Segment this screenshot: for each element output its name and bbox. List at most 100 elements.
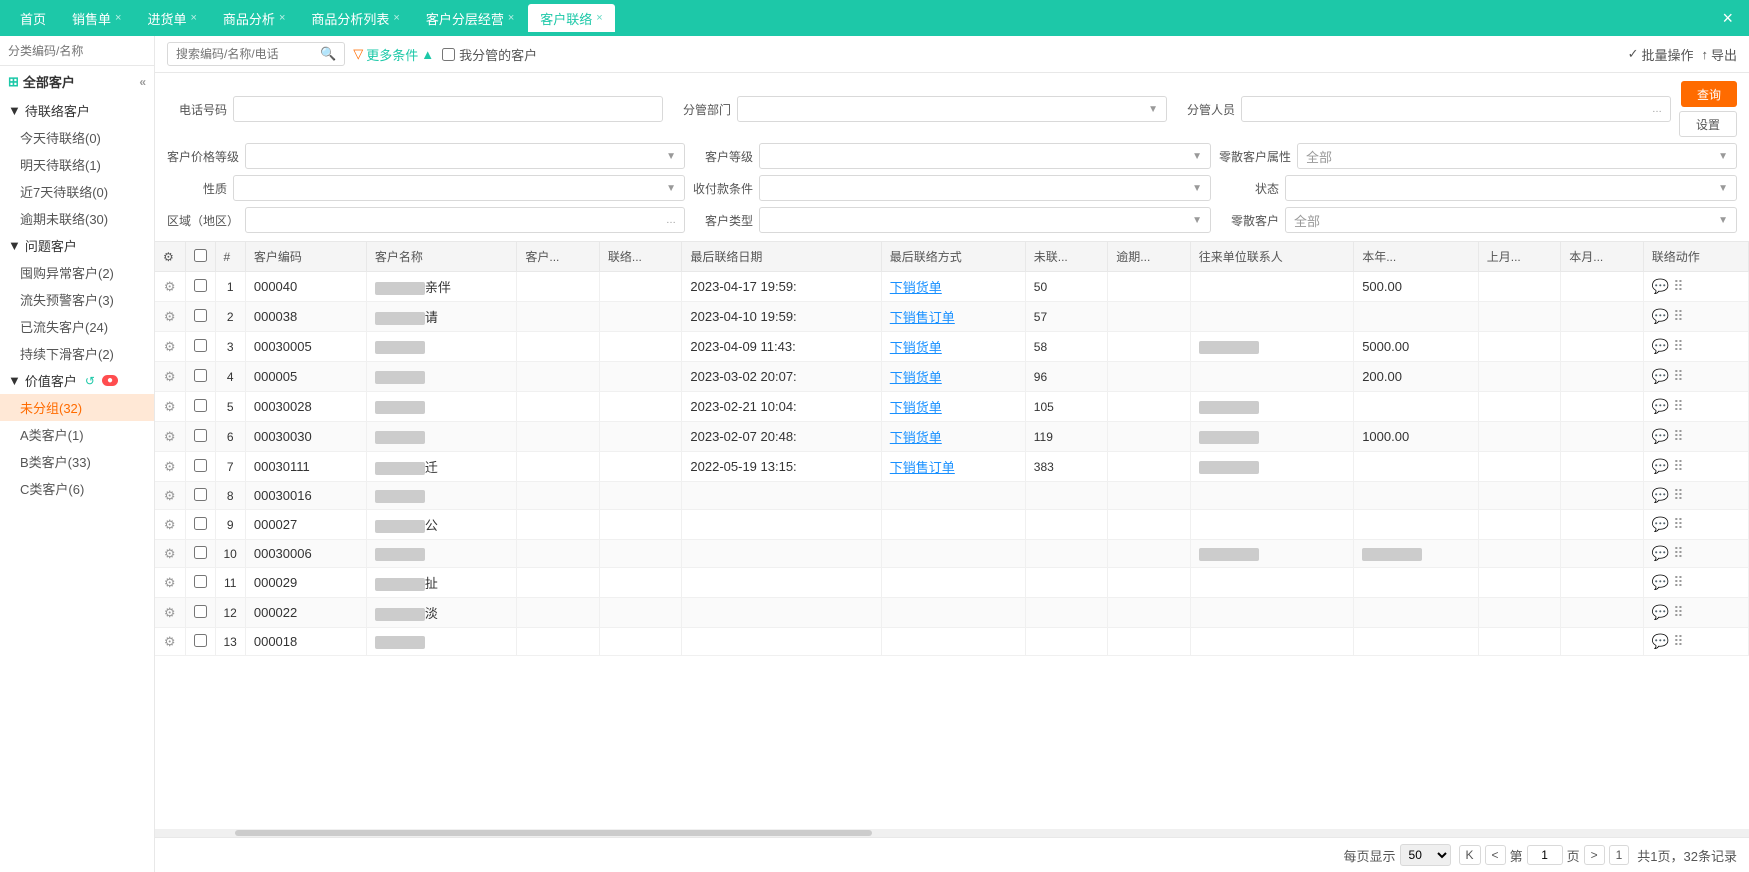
sidebar-item-churn-warning[interactable]: 流失预警客户(3): [0, 286, 154, 313]
last-method-link[interactable]: 下销售订单: [890, 310, 955, 325]
customer-type-select[interactable]: ▼: [759, 207, 1211, 233]
contact-icon[interactable]: 💬: [1652, 368, 1669, 385]
sidebar-item-class-a[interactable]: A类客户(1): [0, 421, 154, 448]
row-settings-icon[interactable]: ⚙: [164, 634, 176, 649]
close-sales-icon[interactable]: ×: [115, 12, 121, 24]
more-actions-icon[interactable]: ⠿: [1673, 604, 1683, 621]
row-settings-icon[interactable]: ⚙: [164, 459, 176, 474]
row-checkbox-cell[interactable]: [185, 540, 215, 568]
contact-icon[interactable]: 💬: [1652, 398, 1669, 415]
last-method-link[interactable]: 下销货单: [890, 340, 942, 355]
sidebar-item-overdue-pending[interactable]: 逾期未联络(30): [0, 205, 154, 232]
row-actions[interactable]: 💬 ⠿: [1643, 302, 1748, 332]
next-page-button[interactable]: >: [1584, 845, 1605, 865]
row-settings-icon[interactable]: ⚙: [164, 309, 176, 324]
row-settings-icon[interactable]: ⚙: [164, 279, 176, 294]
close-analysis-list-icon[interactable]: ×: [393, 12, 399, 24]
row-checkbox[interactable]: [194, 605, 207, 618]
row-settings-icon[interactable]: ⚙: [164, 369, 176, 384]
close-analysis-icon[interactable]: ×: [279, 12, 285, 24]
row-settings-icon[interactable]: ⚙: [164, 546, 176, 561]
row-gear[interactable]: ⚙: [155, 362, 185, 392]
row-last-method[interactable]: 下销售订单: [881, 302, 1025, 332]
row-checkbox[interactable]: [194, 339, 207, 352]
row-last-method[interactable]: 下销货单: [881, 422, 1025, 452]
reset-button[interactable]: 设置: [1679, 111, 1737, 137]
row-checkbox[interactable]: [194, 575, 207, 588]
tab-analysis[interactable]: 商品分析 ×: [211, 4, 297, 32]
row-checkbox-cell[interactable]: [185, 510, 215, 540]
payment-select[interactable]: ▼: [759, 175, 1211, 201]
row-checkbox-cell[interactable]: [185, 272, 215, 302]
contact-icon[interactable]: 💬: [1652, 458, 1669, 475]
row-last-method[interactable]: [881, 628, 1025, 656]
phone-input[interactable]: [233, 96, 663, 122]
search-icon[interactable]: 🔍: [320, 46, 336, 62]
row-last-method[interactable]: 下销货单: [881, 392, 1025, 422]
row-gear[interactable]: ⚙: [155, 272, 185, 302]
row-checkbox[interactable]: [194, 634, 207, 647]
row-settings-icon[interactable]: ⚙: [164, 488, 176, 503]
row-actions[interactable]: 💬 ⠿: [1643, 392, 1748, 422]
tab-customer-mgmt[interactable]: 客户分层经营 ×: [414, 4, 526, 32]
contact-icon[interactable]: 💬: [1652, 604, 1669, 621]
per-page-select[interactable]: 50 100: [1400, 844, 1451, 866]
row-last-method[interactable]: [881, 482, 1025, 510]
row-actions[interactable]: 💬 ⠿: [1643, 452, 1748, 482]
close-customer-contact-icon[interactable]: ×: [596, 12, 602, 24]
zero-customer-select[interactable]: 全部 ▼: [1285, 207, 1737, 233]
more-actions-icon[interactable]: ⠿: [1673, 428, 1683, 445]
row-checkbox[interactable]: [194, 429, 207, 442]
row-checkbox-cell[interactable]: [185, 598, 215, 628]
manager-select[interactable]: …: [1241, 96, 1671, 122]
row-checkbox-cell[interactable]: [185, 362, 215, 392]
row-settings-icon[interactable]: ⚙: [164, 399, 176, 414]
more-actions-icon[interactable]: ⠿: [1673, 633, 1683, 650]
close-customer-mgmt-icon[interactable]: ×: [508, 12, 514, 24]
row-gear[interactable]: ⚙: [155, 392, 185, 422]
tab-customer-contact[interactable]: 客户联络 ×: [528, 4, 614, 32]
tab-sales[interactable]: 销售单 ×: [60, 4, 133, 32]
more-actions-icon[interactable]: ⠿: [1673, 368, 1683, 385]
search-input[interactable]: [176, 47, 316, 61]
contact-icon[interactable]: 💬: [1652, 545, 1669, 562]
last-method-link[interactable]: 下销货单: [890, 370, 942, 385]
row-actions[interactable]: 💬 ⠿: [1643, 332, 1748, 362]
row-settings-icon[interactable]: ⚙: [164, 517, 176, 532]
my-customers-checkbox[interactable]: [442, 48, 455, 61]
row-settings-icon[interactable]: ⚙: [164, 605, 176, 620]
more-actions-icon[interactable]: ⠿: [1673, 338, 1683, 355]
row-actions[interactable]: 💬 ⠿: [1643, 568, 1748, 598]
select-all-checkbox[interactable]: [194, 249, 207, 262]
row-checkbox[interactable]: [194, 546, 207, 559]
row-checkbox-cell[interactable]: [185, 628, 215, 656]
row-actions[interactable]: 💬 ⠿: [1643, 628, 1748, 656]
row-gear[interactable]: ⚙: [155, 482, 185, 510]
row-actions[interactable]: 💬 ⠿: [1643, 422, 1748, 452]
scrollbar-thumb[interactable]: [235, 830, 873, 836]
gender-select[interactable]: ▼: [233, 175, 685, 201]
last-method-link[interactable]: 下销售订单: [890, 460, 955, 475]
row-checkbox[interactable]: [194, 279, 207, 292]
contact-icon[interactable]: 💬: [1652, 574, 1669, 591]
more-conditions-button[interactable]: ▽ 更多条件 ▲: [353, 45, 434, 64]
row-checkbox[interactable]: [194, 488, 207, 501]
row-actions[interactable]: 💬 ⠿: [1643, 362, 1748, 392]
sidebar-item-declining[interactable]: 持续下滑客户(2): [0, 340, 154, 367]
row-last-method[interactable]: [881, 540, 1025, 568]
row-checkbox[interactable]: [194, 399, 207, 412]
first-page-button[interactable]: K: [1459, 845, 1481, 865]
row-checkbox[interactable]: [194, 517, 207, 530]
page-input[interactable]: [1527, 845, 1563, 865]
row-actions[interactable]: 💬 ⠿: [1643, 482, 1748, 510]
th-settings[interactable]: ⚙: [155, 242, 185, 272]
row-checkbox[interactable]: [194, 369, 207, 382]
problem-group[interactable]: ▼ 问题客户: [0, 232, 154, 259]
sidebar-item-ungroup[interactable]: 未分组(32): [0, 394, 154, 421]
collapse-sidebar-icon[interactable]: «: [139, 75, 146, 89]
th-checkbox[interactable]: [185, 242, 215, 272]
more-actions-icon[interactable]: ⠿: [1673, 278, 1683, 295]
row-last-method[interactable]: 下销货单: [881, 362, 1025, 392]
row-settings-icon[interactable]: ⚙: [164, 575, 176, 590]
contact-icon[interactable]: 💬: [1652, 516, 1669, 533]
